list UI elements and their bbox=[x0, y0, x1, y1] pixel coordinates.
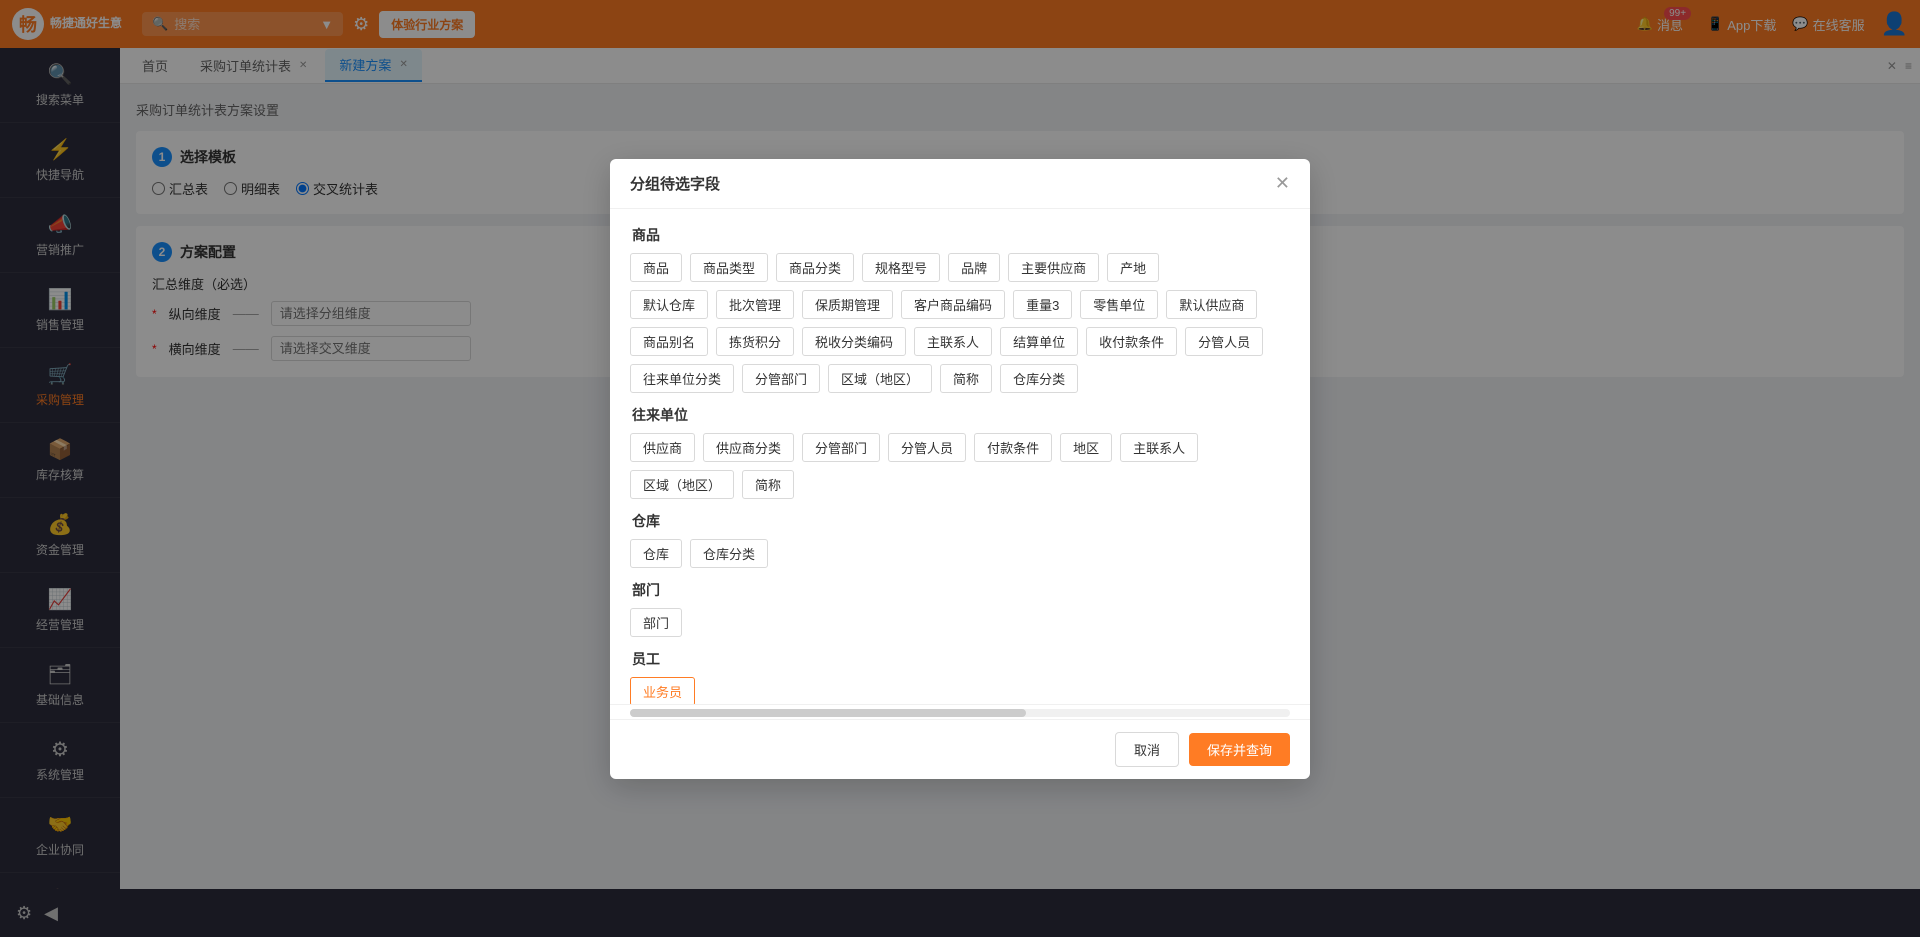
chip-settle-unit[interactable]: 结算单位 bbox=[1000, 327, 1078, 356]
chip-goods-alias[interactable]: 商品别名 bbox=[630, 327, 708, 356]
field-chips-warehouse: 仓库 仓库分类 bbox=[630, 539, 1290, 568]
chip-salesperson[interactable]: 业务员 bbox=[630, 677, 695, 704]
chip-payment-terms[interactable]: 收付款条件 bbox=[1086, 327, 1177, 356]
chip-weight3[interactable]: 重量3 bbox=[1013, 290, 1072, 319]
dialog-close-btn[interactable]: ✕ bbox=[1275, 173, 1290, 194]
dialog-title: 分组待选字段 bbox=[630, 173, 720, 194]
dialog-header: 分组待选字段 ✕ bbox=[610, 159, 1310, 209]
chip-department[interactable]: 部门 bbox=[630, 608, 682, 637]
section-title-dept: 部门 bbox=[630, 580, 1290, 600]
dialog-hscroll-area bbox=[610, 704, 1310, 719]
cancel-button[interactable]: 取消 bbox=[1115, 732, 1179, 767]
section-title-goods: 商品 bbox=[630, 225, 1290, 245]
hscrollbar-track[interactable] bbox=[630, 709, 1290, 717]
chip-warehouse-cat-goods[interactable]: 仓库分类 bbox=[1000, 364, 1078, 393]
field-chips-goods: 商品 商品类型 商品分类 规格型号 品牌 主要供应商 产地 bbox=[630, 253, 1290, 282]
chip-brand[interactable]: 品牌 bbox=[948, 253, 1000, 282]
chip-mgmt-dept[interactable]: 分管部门 bbox=[802, 433, 880, 462]
chip-region-partner[interactable]: 区域（地区） bbox=[630, 470, 734, 499]
chip-supplier-cat[interactable]: 供应商分类 bbox=[703, 433, 794, 462]
chip-tax-code[interactable]: 税收分类编码 bbox=[802, 327, 906, 356]
chip-supplier[interactable]: 供应商 bbox=[630, 433, 695, 462]
chip-goods-category[interactable]: 商品分类 bbox=[776, 253, 854, 282]
chip-supervisor[interactable]: 分管人员 bbox=[1185, 327, 1263, 356]
field-chips-goods4: 往来单位分类 分管部门 区域（地区） 简称 仓库分类 bbox=[630, 364, 1290, 393]
chip-dept[interactable]: 分管部门 bbox=[742, 364, 820, 393]
chip-partner-category[interactable]: 往来单位分类 bbox=[630, 364, 734, 393]
field-chips-goods3: 商品别名 拣货积分 税收分类编码 主联系人 结算单位 收付款条件 分管人员 bbox=[630, 327, 1290, 356]
chip-main-contact-partner[interactable]: 主联系人 bbox=[1120, 433, 1198, 462]
hscrollbar-thumb bbox=[630, 709, 1026, 717]
chip-main-supplier[interactable]: 主要供应商 bbox=[1008, 253, 1099, 282]
field-chips-partner: 供应商 供应商分类 分管部门 分管人员 付款条件 地区 主联系人 bbox=[630, 433, 1290, 462]
chip-spec-model[interactable]: 规格型号 bbox=[862, 253, 940, 282]
chip-short-name-goods[interactable]: 简称 bbox=[940, 364, 992, 393]
field-chips-dept: 部门 bbox=[630, 608, 1290, 637]
chip-area[interactable]: 地区 bbox=[1060, 433, 1112, 462]
chip-warehouse-cat[interactable]: 仓库分类 bbox=[690, 539, 768, 568]
chip-goods[interactable]: 商品 bbox=[630, 253, 682, 282]
chip-pick-points[interactable]: 拣货积分 bbox=[716, 327, 794, 356]
chip-origin[interactable]: 产地 bbox=[1107, 253, 1159, 282]
field-chips-partner2: 区域（地区） 简称 bbox=[630, 470, 1290, 499]
field-chips-staff: 业务员 bbox=[630, 677, 1290, 704]
dialog-footer: 取消 保存并查询 bbox=[610, 719, 1310, 779]
chip-retail-unit[interactable]: 零售单位 bbox=[1080, 290, 1158, 319]
dialog-overlay: 分组待选字段 ✕ 商品 商品 商品类型 商品分类 规格型号 品牌 主要供应商 产… bbox=[0, 0, 1920, 937]
dialog-body: 商品 商品 商品类型 商品分类 规格型号 品牌 主要供应商 产地 默认仓库 批次… bbox=[610, 209, 1310, 704]
chip-batch-mgmt[interactable]: 批次管理 bbox=[716, 290, 794, 319]
chip-warehouse[interactable]: 仓库 bbox=[630, 539, 682, 568]
chip-mgmt-person[interactable]: 分管人员 bbox=[888, 433, 966, 462]
section-title-warehouse: 仓库 bbox=[630, 511, 1290, 531]
field-select-dialog: 分组待选字段 ✕ 商品 商品 商品类型 商品分类 规格型号 品牌 主要供应商 产… bbox=[610, 159, 1310, 779]
section-title-staff: 员工 bbox=[630, 649, 1290, 669]
section-title-partner: 往来单位 bbox=[630, 405, 1290, 425]
chip-main-contact[interactable]: 主联系人 bbox=[914, 327, 992, 356]
field-chips-goods2: 默认仓库 批次管理 保质期管理 客户商品编码 重量3 零售单位 默认供应商 bbox=[630, 290, 1290, 319]
confirm-button[interactable]: 保存并查询 bbox=[1189, 733, 1290, 766]
chip-pay-terms[interactable]: 付款条件 bbox=[974, 433, 1052, 462]
chip-expiry-mgmt[interactable]: 保质期管理 bbox=[802, 290, 893, 319]
chip-short-name-partner[interactable]: 简称 bbox=[742, 470, 794, 499]
chip-goods-type[interactable]: 商品类型 bbox=[690, 253, 768, 282]
chip-default-supplier[interactable]: 默认供应商 bbox=[1166, 290, 1257, 319]
chip-default-warehouse[interactable]: 默认仓库 bbox=[630, 290, 708, 319]
chip-region-goods[interactable]: 区域（地区） bbox=[828, 364, 932, 393]
chip-customer-code[interactable]: 客户商品编码 bbox=[901, 290, 1005, 319]
